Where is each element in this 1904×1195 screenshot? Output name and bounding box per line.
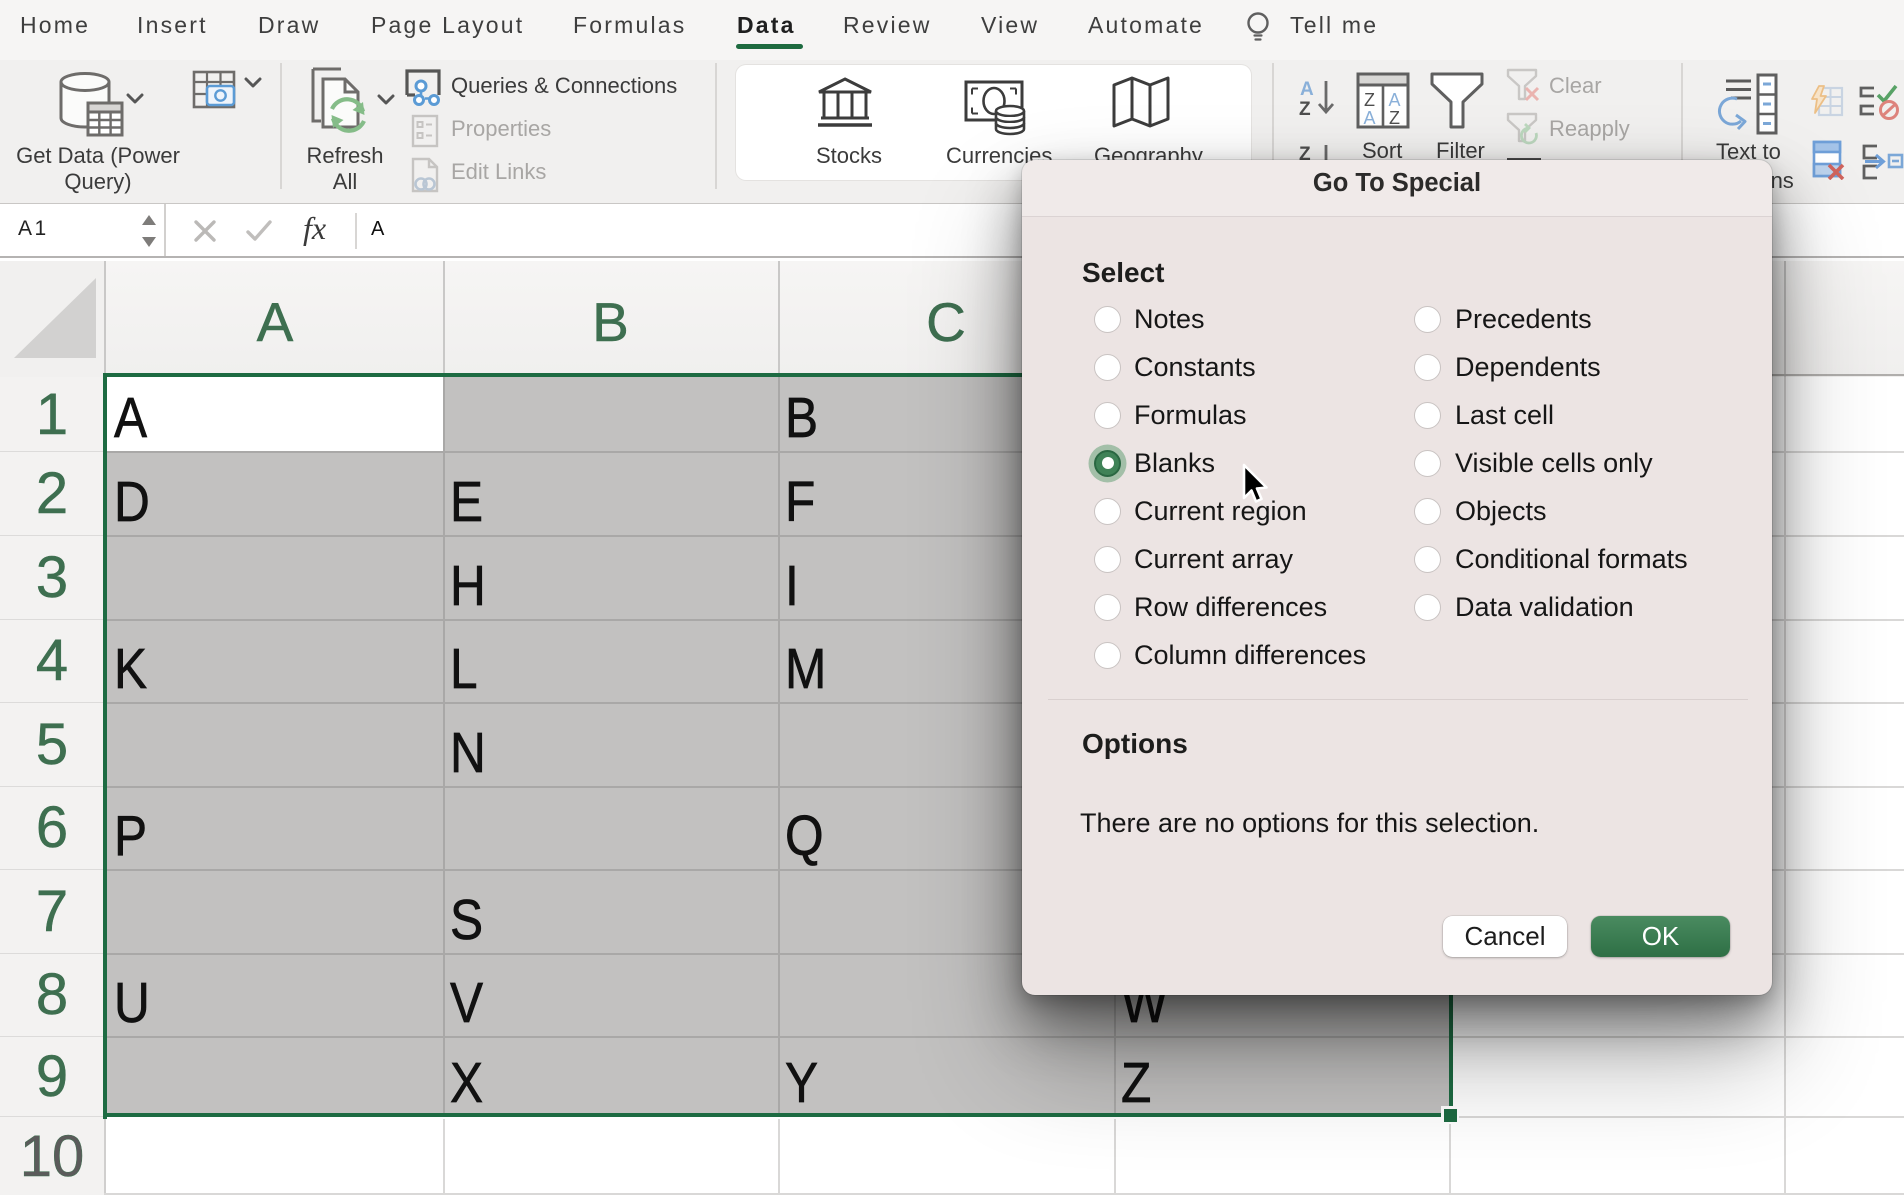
svg-text:A: A	[1389, 90, 1401, 110]
svg-text:A: A	[1364, 108, 1376, 128]
svg-text:Z: Z	[1389, 108, 1400, 128]
svg-text:Z: Z	[1364, 90, 1375, 110]
svg-text:A: A	[1300, 79, 1314, 100]
svg-text:Z: Z	[1299, 99, 1311, 118]
